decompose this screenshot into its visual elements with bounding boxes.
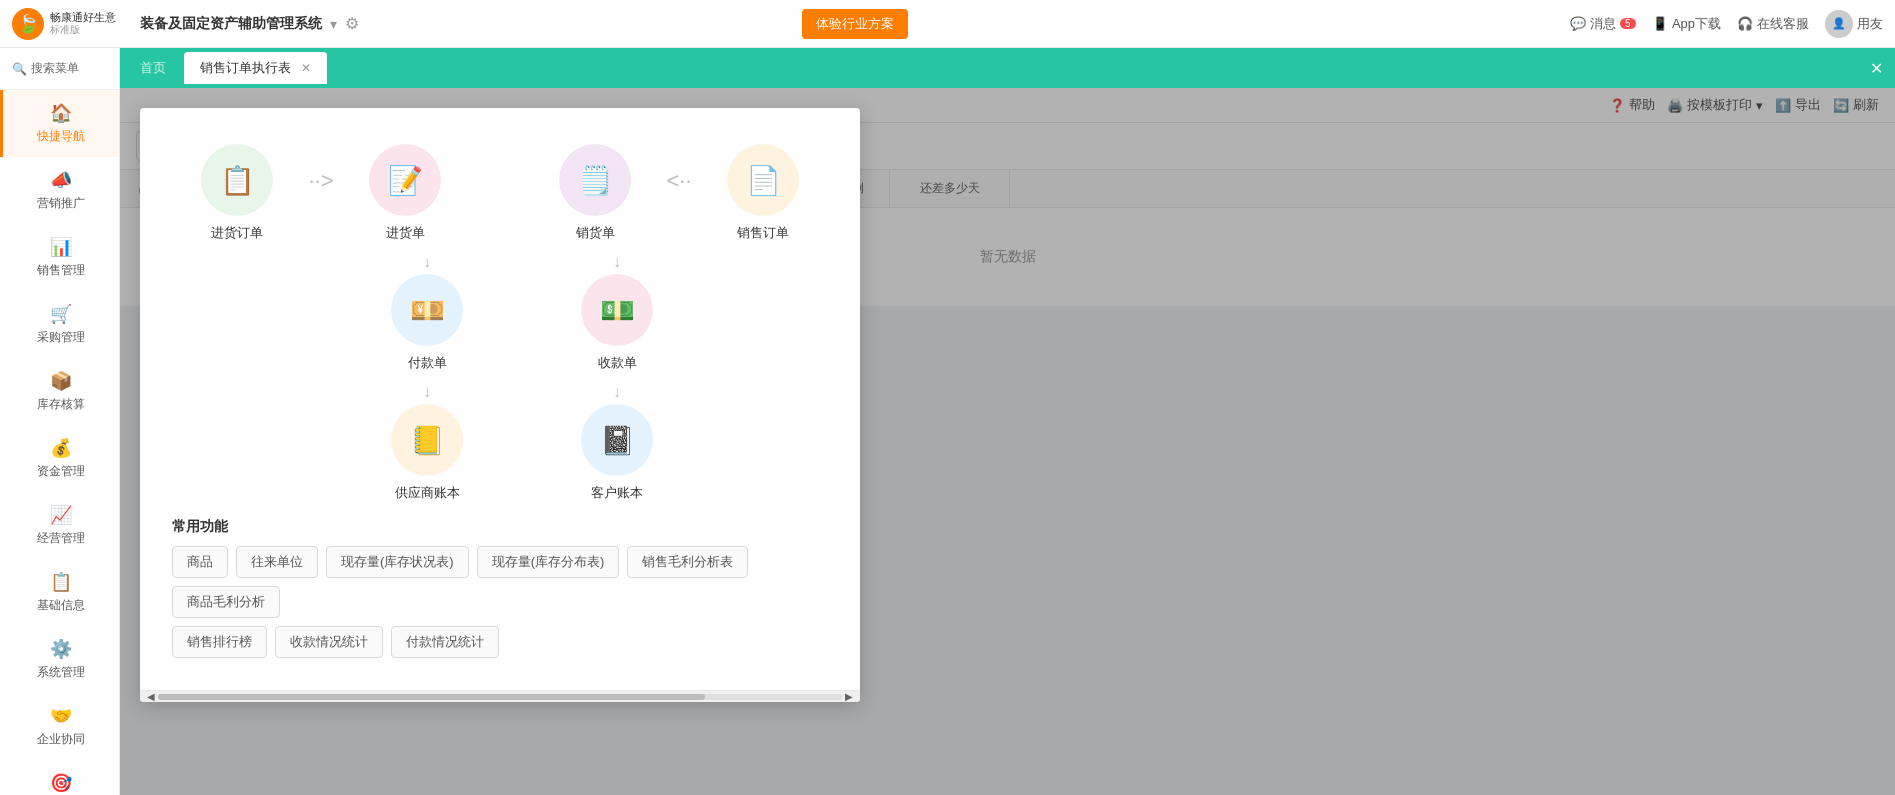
sales-icon: 📊 — [50, 236, 72, 258]
system-title: 装备及固定资产辅助管理系统 ▾ ⚙ — [132, 14, 802, 33]
tab-sales-order-exec[interactable]: 销售订单执行表 ✕ — [184, 52, 327, 84]
sidebar-item-inventory[interactable]: 📦 库存核算 — [0, 358, 119, 425]
inventory-icon: 📦 — [50, 370, 72, 392]
collab-icon: 🤝 — [50, 705, 72, 727]
sidebar-item-basic[interactable]: 📋 基础信息 — [0, 559, 119, 626]
page-content: ❓ 帮助 🖨️ 按模板打印 ▾ ⬆️ 导出 🔄 刷新 📅 单据状态 — [120, 88, 1895, 795]
func-btn-contact[interactable]: 往来单位 — [236, 546, 318, 578]
message-icon: 💬 — [1570, 16, 1586, 31]
search-menu-button[interactable]: 🔍 搜索菜单 — [8, 56, 111, 81]
arrow-payment-down: ↓ — [423, 380, 431, 404]
sidebar-item-sales[interactable]: 📊 销售管理 — [0, 224, 119, 291]
scrollbar-track[interactable] — [158, 694, 842, 700]
sidebar-item-operation[interactable]: 📈 经营管理 — [0, 492, 119, 559]
main-content: 首页 销售订单执行表 ✕ ✕ ❓ 帮助 🖨️ 按模板打印 ▾ ⬆️ 导出 — [120, 48, 1895, 795]
sidebar-item-collab[interactable]: 🤝 企业协同 — [0, 693, 119, 760]
online-service-item[interactable]: 🎧 在线客服 — [1737, 15, 1809, 33]
sidebar-item-finance[interactable]: 💰 资金管理 — [0, 425, 119, 492]
avatar: 👤 — [1825, 10, 1853, 38]
top-bar: 🍃 畅康通好生意 标准版 装备及固定资产辅助管理系统 ▾ ⚙ 体验行业方案 💬 … — [0, 0, 1895, 48]
operation-icon: 📈 — [50, 504, 72, 526]
arrow-receipt-down: ↓ — [613, 380, 621, 404]
sidebar-item-system[interactable]: ⚙️ 系统管理 — [0, 626, 119, 693]
func-btn-goods-profit[interactable]: 商品毛利分析 — [172, 586, 280, 618]
flow-node-supplier-account[interactable]: 📒 供应商账本 — [362, 404, 492, 502]
sidebar-search-area: 🔍 搜索菜单 — [0, 48, 119, 90]
common-functions-title: 常用功能 — [172, 518, 828, 536]
tab-home[interactable]: 首页 — [124, 52, 182, 84]
flow-node-purchase-order[interactable]: 📋 进货订单 — [172, 144, 302, 242]
marketing-icon: 📣 — [50, 169, 72, 191]
flow-node-sales-bill[interactable]: 🗒️ 销货单 — [530, 144, 660, 242]
modal-overlay[interactable]: 📋 进货订单 ··> 📝 — [120, 88, 1895, 795]
sidebar-item-quick[interactable]: 🏠 快捷导航 — [0, 90, 119, 157]
scrollbar-thumb[interactable] — [158, 694, 705, 700]
logo-text: 畅康通好生意 标准版 — [50, 11, 116, 36]
scroll-right-button[interactable]: ▶ — [842, 690, 856, 703]
sidebar-item-purchase[interactable]: 🛒 采购管理 — [0, 291, 119, 358]
arrow-sales-bill-down: ↓ — [613, 250, 621, 274]
quick-nav-modal: 📋 进货订单 ··> 📝 — [140, 108, 860, 702]
basic-icon: 📋 — [50, 571, 72, 593]
user-item[interactable]: 👤 用友 — [1825, 10, 1883, 38]
modal-scrollbar: ◀ ▶ — [140, 690, 860, 702]
messages-item[interactable]: 💬 消息 5 — [1570, 15, 1636, 33]
func-btn-goods[interactable]: 商品 — [172, 546, 228, 578]
flow-node-payment[interactable]: 💴 付款单 — [362, 274, 492, 372]
trial-button[interactable]: 体验行业方案 — [802, 9, 908, 39]
finance-icon: 💰 — [50, 437, 72, 459]
sidebar-item-guide[interactable]: 🎯 新手引导 — [0, 760, 119, 795]
tab-bar-close-button[interactable]: ✕ — [1862, 59, 1891, 78]
func-btn-sales-rank[interactable]: 销售排行榜 — [172, 626, 267, 658]
flow-section: 📋 进货订单 ··> 📝 — [172, 132, 828, 514]
guide-icon: 🎯 — [50, 772, 72, 794]
tab-close-icon[interactable]: ✕ — [301, 61, 311, 75]
func-btn-stock-dist[interactable]: 现存量(库存分布表) — [477, 546, 620, 578]
purchase-icon: 🛒 — [50, 303, 72, 325]
func-buttons-row1: 商品 往来单位 现存量(库存状况表) 现存量(库存分布表) 销售毛利分析表 商品… — [172, 546, 828, 618]
arrow-purchase-order-to-bill: ··> — [302, 168, 340, 194]
modal-body: 📋 进货订单 ··> 📝 — [140, 108, 860, 690]
tab-bar: 首页 销售订单执行表 ✕ ✕ — [120, 48, 1895, 88]
settings-icon[interactable]: ⚙ — [345, 14, 359, 33]
logo-area: 🍃 畅康通好生意 标准版 — [12, 8, 132, 40]
arrow-purchase-bill-down: ↓ — [423, 250, 431, 274]
search-icon: 🔍 — [12, 62, 27, 76]
func-btn-payment-stats[interactable]: 付款情况统计 — [391, 626, 499, 658]
flow-node-purchase-bill[interactable]: 📝 进货单 — [340, 144, 470, 242]
common-functions-section: 常用功能 商品 往来单位 现存量(库存状况表) 现存量(库存分布表) 销售毛利分… — [172, 518, 828, 658]
home-icon: 🏠 — [50, 102, 72, 124]
func-buttons-row2: 销售排行榜 收款情况统计 付款情况统计 — [172, 626, 828, 658]
headset-icon: 🎧 — [1737, 16, 1753, 31]
flow-node-sales-order[interactable]: 📄 销售订单 — [698, 144, 828, 242]
func-btn-stock-status[interactable]: 现存量(库存状况表) — [326, 546, 469, 578]
arrow-sales-order-to-bill: <·· — [660, 168, 698, 194]
scroll-left-button[interactable]: ◀ — [144, 690, 158, 703]
flow-node-customer-account[interactable]: 📓 客户账本 — [552, 404, 682, 502]
app-download-item[interactable]: 📱 App下载 — [1652, 15, 1721, 33]
flow-node-receipt[interactable]: 💵 收款单 — [552, 274, 682, 372]
system-icon: ⚙️ — [50, 638, 72, 660]
sidebar: 🔍 搜索菜单 🏠 快捷导航 📣 营销推广 📊 销售管理 🛒 采购管理 📦 库存核… — [0, 48, 120, 795]
func-btn-sales-profit[interactable]: 销售毛利分析表 — [627, 546, 748, 578]
dropdown-arrow-icon[interactable]: ▾ — [330, 16, 337, 32]
func-btn-receipt-stats[interactable]: 收款情况统计 — [275, 626, 383, 658]
phone-icon: 📱 — [1652, 16, 1668, 31]
logo-icon: 🍃 — [12, 8, 44, 40]
top-right-area: 💬 消息 5 📱 App下载 🎧 在线客服 👤 用友 — [1570, 10, 1883, 38]
sidebar-item-marketing[interactable]: 📣 营销推广 — [0, 157, 119, 224]
